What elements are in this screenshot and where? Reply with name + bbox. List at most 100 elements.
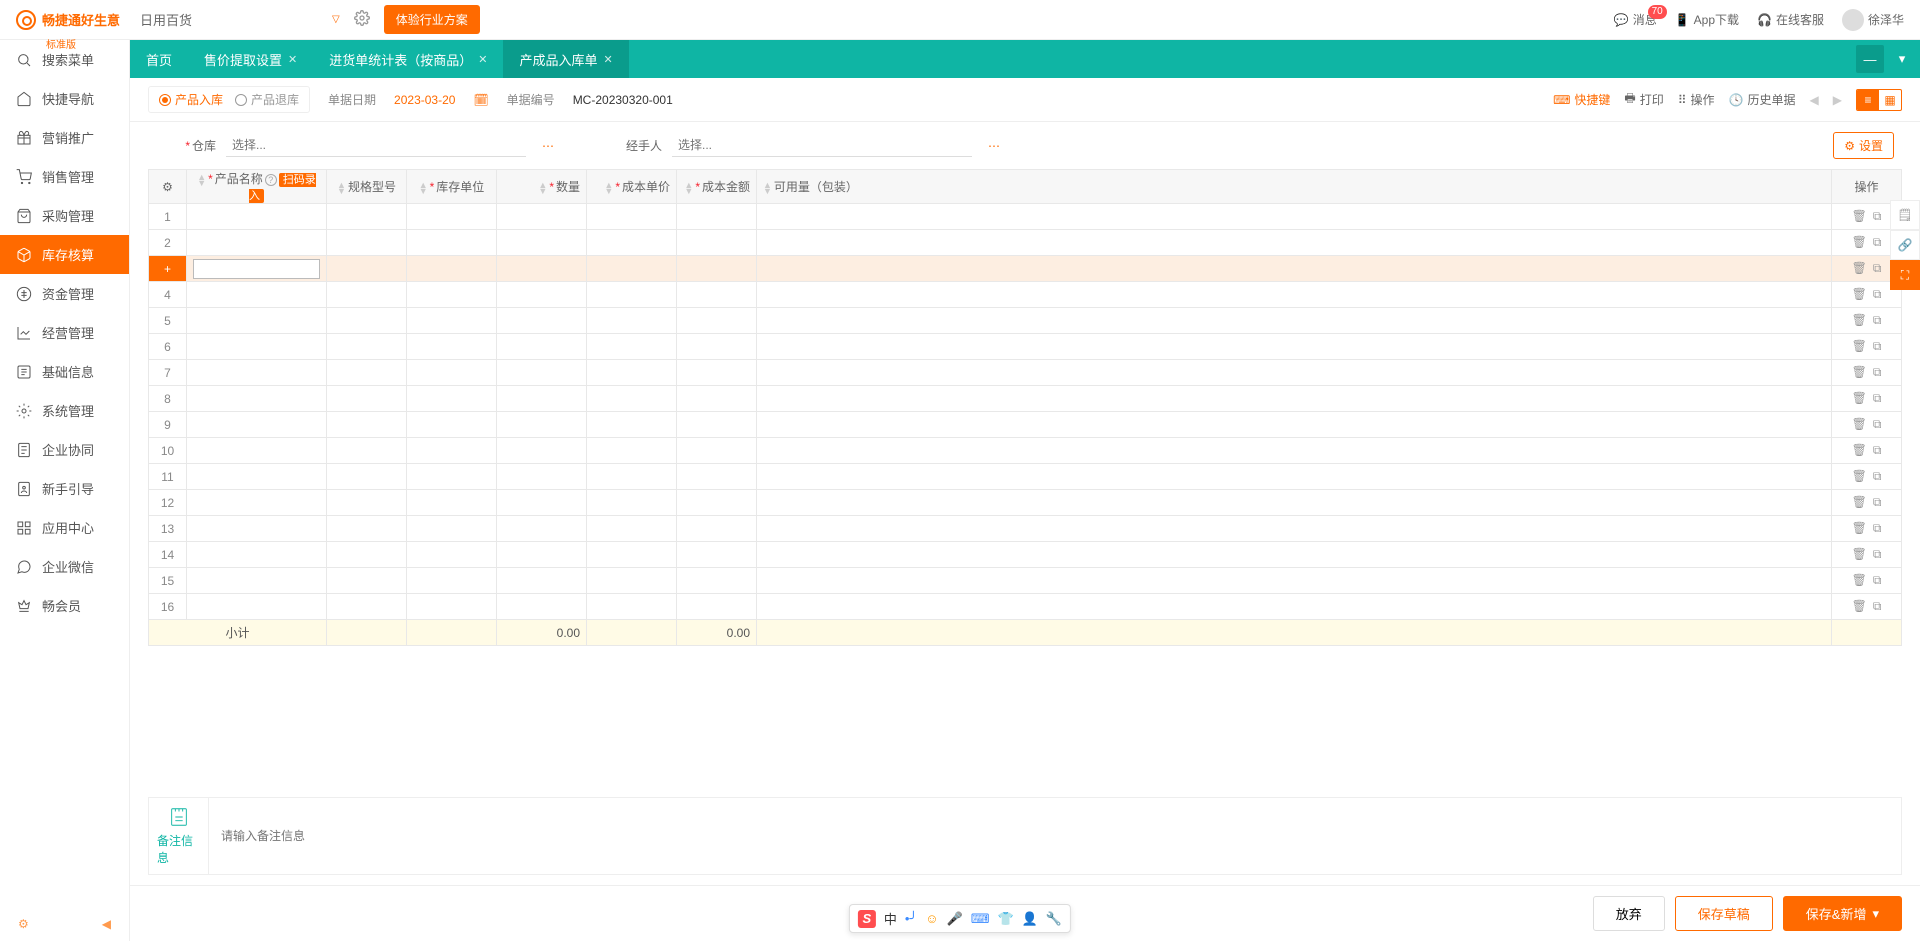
grid-row[interactable]: 7🗑⧉ [149,360,1902,386]
sidebar-item-13[interactable]: 企业微信 [0,547,129,586]
col-qty[interactable]: ▲▼*数量 [497,170,587,204]
row-delete-icon[interactable]: 🗑 [1852,443,1867,457]
discard-button[interactable]: 放弃 [1593,896,1665,931]
row-copy-icon[interactable]: ⧉ [1873,417,1882,432]
ime-lang[interactable]: 中 [884,909,897,928]
row-delete-icon[interactable]: 🗑 [1852,391,1867,405]
row-delete-icon[interactable]: 🗑 [1852,417,1867,431]
sidebar-item-12[interactable]: 应用中心 [0,508,129,547]
tab-menu-button[interactable]: ▾ [1888,45,1916,73]
col-avail[interactable]: ▲▼可用量（包装） [757,170,1832,204]
row-delete-icon[interactable]: 🗑 [1852,261,1867,275]
grid-row[interactable]: 6🗑⧉ [149,334,1902,360]
history-link[interactable]: 🕓 历史单据 [1729,91,1796,108]
warehouse-select[interactable] [226,134,526,157]
customer-service-button[interactable]: 🎧 在线客服 [1757,11,1824,28]
grid-row[interactable]: + 🗑 ⧉ [149,256,1902,282]
row-delete-icon[interactable]: 🗑 [1852,495,1867,509]
operation-link[interactable]: ⠿ 操作 [1678,91,1715,108]
sidebar-item-8[interactable]: 基础信息 [0,352,129,391]
row-copy-icon[interactable]: ⧉ [1873,599,1882,614]
row-config-header[interactable]: ⚙ [149,170,187,204]
row-copy-icon[interactable]: ⧉ [1873,443,1882,458]
sidebar-item-6[interactable]: 资金管理 [0,274,129,313]
row-copy-icon[interactable]: ⧉ [1873,573,1882,588]
user-menu[interactable]: 徐泽华 [1842,9,1904,31]
save-new-button[interactable]: 保存&新增▾ [1783,896,1902,931]
view-card-icon[interactable]: ▦ [1879,90,1901,110]
calendar-icon[interactable]: 🗓 [473,93,488,107]
tab-close-icon[interactable]: ✕ [604,53,613,66]
row-delete-icon[interactable]: 🗑 [1852,339,1867,353]
row-delete-icon[interactable]: 🗑 [1852,573,1867,587]
grid-row[interactable]: 12🗑⧉ [149,490,1902,516]
row-delete-icon[interactable]: 🗑 [1852,547,1867,561]
grid-row[interactable]: 1🗑⧉ [149,204,1902,230]
sidebar-item-7[interactable]: 经营管理 [0,313,129,352]
row-delete-icon[interactable]: 🗑 [1852,313,1867,327]
sidebar-item-3[interactable]: 销售管理 [0,157,129,196]
row-delete-icon[interactable]: 🗑 [1852,365,1867,379]
next-doc-icon[interactable]: ▶ [1833,93,1842,107]
product-name-input[interactable] [193,259,320,279]
row-delete-icon[interactable]: 🗑 [1852,235,1867,249]
ime-user-icon[interactable]: 👤 [1022,911,1038,927]
rail-note-icon[interactable]: 🗒 [1890,200,1920,230]
app-download-button[interactable]: 📱 App下载 [1675,11,1739,28]
ime-mic-icon[interactable]: 🎤 [947,911,963,927]
col-unit[interactable]: ▲▼*库存单位 [407,170,497,204]
col-amount[interactable]: ▲▼*成本金额 [677,170,757,204]
col-price[interactable]: ▲▼*成本单价 [587,170,677,204]
ime-dot-icon[interactable]: •╯ [905,911,917,927]
print-link[interactable]: 🖶 打印 [1624,89,1663,110]
grid-row[interactable]: 4🗑⧉ [149,282,1902,308]
save-draft-button[interactable]: 保存草稿 [1675,896,1773,931]
tab-2[interactable]: 进货单统计表（按商品）✕ [313,40,503,78]
grid-row[interactable]: 16🗑⧉ [149,594,1902,620]
sidebar-settings-icon[interactable]: ⚙ [18,917,29,931]
row-copy-icon[interactable]: ⧉ [1873,469,1882,484]
rail-link-icon[interactable]: 🔗 [1890,230,1920,260]
remark-input[interactable] [209,798,1901,874]
grid-row[interactable]: 11🗑⧉ [149,464,1902,490]
grid-row[interactable]: 13🗑⧉ [149,516,1902,542]
sidebar-item-10[interactable]: 企业协同 [0,430,129,469]
sidebar-item-5[interactable]: 库存核算 [0,235,129,274]
row-copy-icon[interactable]: ⧉ [1873,313,1882,328]
row-delete-icon[interactable]: 🗑 [1852,599,1867,613]
experience-plan-button[interactable]: 体验行业方案 [384,5,480,34]
grid-row[interactable]: 8🗑⧉ [149,386,1902,412]
sidebar-item-11[interactable]: 新手引导 [0,469,129,508]
row-delete-icon[interactable]: 🗑 [1852,287,1867,301]
tab-1[interactable]: 售价提取设置✕ [188,40,313,78]
handler-more-icon[interactable]: ⋯ [982,139,1008,153]
col-spec[interactable]: ▲▼规格型号 [327,170,407,204]
tab-0[interactable]: 首页 [130,40,188,78]
row-copy-icon[interactable]: ⧉ [1873,235,1882,250]
row-copy-icon[interactable]: ⧉ [1873,209,1882,224]
messages-button[interactable]: 💬 消息 70 [1614,11,1657,28]
grid-row[interactable]: 10🗑⧉ [149,438,1902,464]
sidebar-item-9[interactable]: 系统管理 [0,391,129,430]
tab-close-icon[interactable]: ✕ [288,53,297,66]
warehouse-more-icon[interactable]: ⋯ [536,139,562,153]
row-copy-icon[interactable]: ⧉ [1873,547,1882,562]
doc-date-value[interactable]: 2023-03-20 [394,93,455,107]
row-delete-icon[interactable]: 🗑 [1852,521,1867,535]
sidebar-item-2[interactable]: 营销推广 [0,118,129,157]
rail-expand-icon[interactable]: ⛶ [1890,260,1920,290]
tab-3[interactable]: 产成品入库单✕ [503,40,628,78]
hotkey-link[interactable]: ⌨ 快捷键 [1553,91,1610,108]
settings-icon[interactable] [354,10,370,29]
tab-minimize-button[interactable]: — [1856,45,1884,73]
mode-inbound-radio[interactable]: 产品入库 [159,91,223,108]
add-row-icon[interactable]: + [160,261,176,277]
ime-toolbar[interactable]: S 中 •╯ ☺ 🎤 ⌨ 👕 👤 🔧 [849,904,1071,933]
row-copy-icon[interactable]: ⧉ [1873,495,1882,510]
sidebar-item-4[interactable]: 采购管理 [0,196,129,235]
handler-select[interactable] [672,134,972,157]
row-copy-icon[interactable]: ⧉ [1873,261,1882,276]
prev-doc-icon[interactable]: ◀ [1810,93,1819,107]
grid-row[interactable]: 5🗑⧉ [149,308,1902,334]
row-copy-icon[interactable]: ⧉ [1873,365,1882,380]
